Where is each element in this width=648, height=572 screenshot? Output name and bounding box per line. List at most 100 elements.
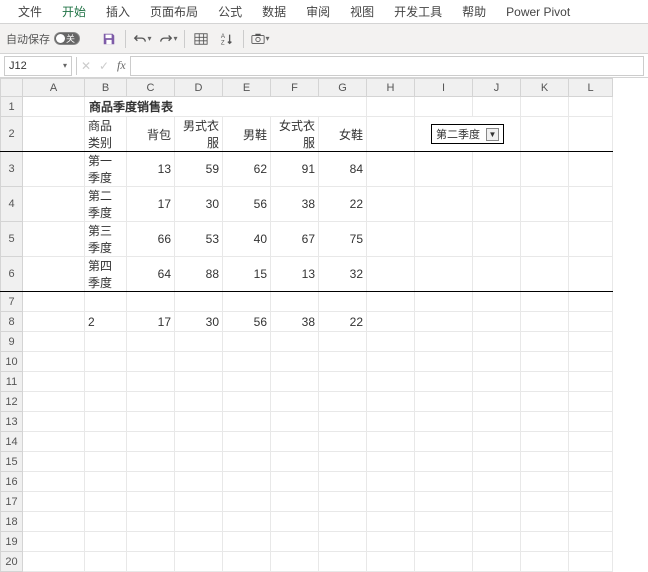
- quarter-dropdown[interactable]: 第二季度▼: [431, 124, 504, 144]
- cell[interactable]: [415, 492, 473, 512]
- cell[interactable]: 38: [271, 187, 319, 222]
- cell[interactable]: [23, 117, 85, 152]
- cell[interactable]: [367, 492, 415, 512]
- cell[interactable]: [85, 432, 127, 452]
- cell[interactable]: [271, 412, 319, 432]
- cell[interactable]: [271, 372, 319, 392]
- cell[interactable]: [473, 452, 521, 472]
- cell[interactable]: [367, 117, 415, 152]
- cell[interactable]: [569, 412, 613, 432]
- cancel-formula-icon[interactable]: ✕: [77, 59, 95, 73]
- cell[interactable]: [569, 97, 613, 117]
- cell[interactable]: [23, 222, 85, 257]
- table-icon[interactable]: [191, 29, 211, 49]
- cell[interactable]: [569, 152, 613, 187]
- ribbon-tab-10[interactable]: Power Pivot: [496, 0, 580, 24]
- ribbon-tab-0[interactable]: 文件: [8, 0, 52, 24]
- cell[interactable]: [23, 392, 85, 412]
- cell[interactable]: [415, 187, 473, 222]
- cell[interactable]: [521, 472, 569, 492]
- cell[interactable]: [271, 512, 319, 532]
- cell[interactable]: 22: [319, 312, 367, 332]
- row-header[interactable]: 3: [1, 152, 23, 187]
- cell[interactable]: [473, 532, 521, 552]
- cell[interactable]: 13: [271, 257, 319, 292]
- cell[interactable]: [175, 412, 223, 432]
- cell[interactable]: 53: [175, 222, 223, 257]
- cell[interactable]: [367, 372, 415, 392]
- cell[interactable]: [127, 292, 175, 312]
- cell[interactable]: [569, 512, 613, 532]
- cell[interactable]: [23, 257, 85, 292]
- cell[interactable]: [319, 552, 367, 572]
- cell[interactable]: [521, 152, 569, 187]
- cell[interactable]: [271, 292, 319, 312]
- row-header[interactable]: 1: [1, 97, 23, 117]
- cell[interactable]: [569, 372, 613, 392]
- cell[interactable]: [85, 372, 127, 392]
- cell[interactable]: [319, 432, 367, 452]
- cell[interactable]: [175, 452, 223, 472]
- cell[interactable]: [415, 352, 473, 372]
- quarter-dropdown-cell[interactable]: 第二季度▼: [415, 117, 521, 152]
- cell[interactable]: [85, 412, 127, 432]
- ribbon-tab-7[interactable]: 视图: [340, 0, 384, 24]
- cell[interactable]: [415, 312, 473, 332]
- cell[interactable]: 15: [223, 257, 271, 292]
- undo-icon[interactable]: ▾: [132, 29, 152, 49]
- cell[interactable]: [521, 452, 569, 472]
- cell[interactable]: [271, 552, 319, 572]
- cell[interactable]: [473, 392, 521, 412]
- cell[interactable]: 88: [175, 257, 223, 292]
- cell[interactable]: [521, 332, 569, 352]
- cell[interactable]: 84: [319, 152, 367, 187]
- name-box[interactable]: J12 ▾: [4, 56, 72, 76]
- cell[interactable]: [473, 472, 521, 492]
- cell[interactable]: 91: [271, 152, 319, 187]
- cell[interactable]: [521, 412, 569, 432]
- cell[interactable]: [473, 352, 521, 372]
- cell[interactable]: [367, 332, 415, 352]
- cell[interactable]: [415, 552, 473, 572]
- cell[interactable]: [223, 432, 271, 452]
- cell[interactable]: [367, 187, 415, 222]
- cell[interactable]: [319, 412, 367, 432]
- cell[interactable]: [415, 372, 473, 392]
- cell[interactable]: [569, 352, 613, 372]
- cell[interactable]: [23, 187, 85, 222]
- cell[interactable]: [23, 532, 85, 552]
- cell[interactable]: [569, 222, 613, 257]
- cell[interactable]: [415, 412, 473, 432]
- cell[interactable]: [367, 222, 415, 257]
- cell[interactable]: [521, 372, 569, 392]
- cell[interactable]: [473, 222, 521, 257]
- cell[interactable]: 30: [175, 312, 223, 332]
- cell[interactable]: [223, 532, 271, 552]
- cell[interactable]: [367, 412, 415, 432]
- row-header[interactable]: 12: [1, 392, 23, 412]
- cell[interactable]: [23, 472, 85, 492]
- cell[interactable]: [415, 532, 473, 552]
- cell[interactable]: [319, 472, 367, 492]
- cell[interactable]: [271, 332, 319, 352]
- cell[interactable]: [367, 352, 415, 372]
- cell[interactable]: [569, 117, 613, 152]
- cell[interactable]: [415, 392, 473, 412]
- ribbon-tab-5[interactable]: 数据: [252, 0, 296, 24]
- cell[interactable]: [223, 292, 271, 312]
- cell[interactable]: [473, 552, 521, 572]
- cell[interactable]: [23, 372, 85, 392]
- cell[interactable]: [127, 352, 175, 372]
- cell[interactable]: [415, 472, 473, 492]
- cell[interactable]: [473, 187, 521, 222]
- cell[interactable]: [223, 352, 271, 372]
- autosave-toggle[interactable]: 自动保存 关: [6, 31, 93, 47]
- cell[interactable]: [175, 532, 223, 552]
- cell[interactable]: [521, 392, 569, 412]
- col-header[interactable]: B: [85, 79, 127, 97]
- cell[interactable]: [319, 352, 367, 372]
- cell[interactable]: [85, 352, 127, 372]
- cell[interactable]: 59: [175, 152, 223, 187]
- cell[interactable]: [473, 152, 521, 187]
- save-icon[interactable]: [99, 29, 119, 49]
